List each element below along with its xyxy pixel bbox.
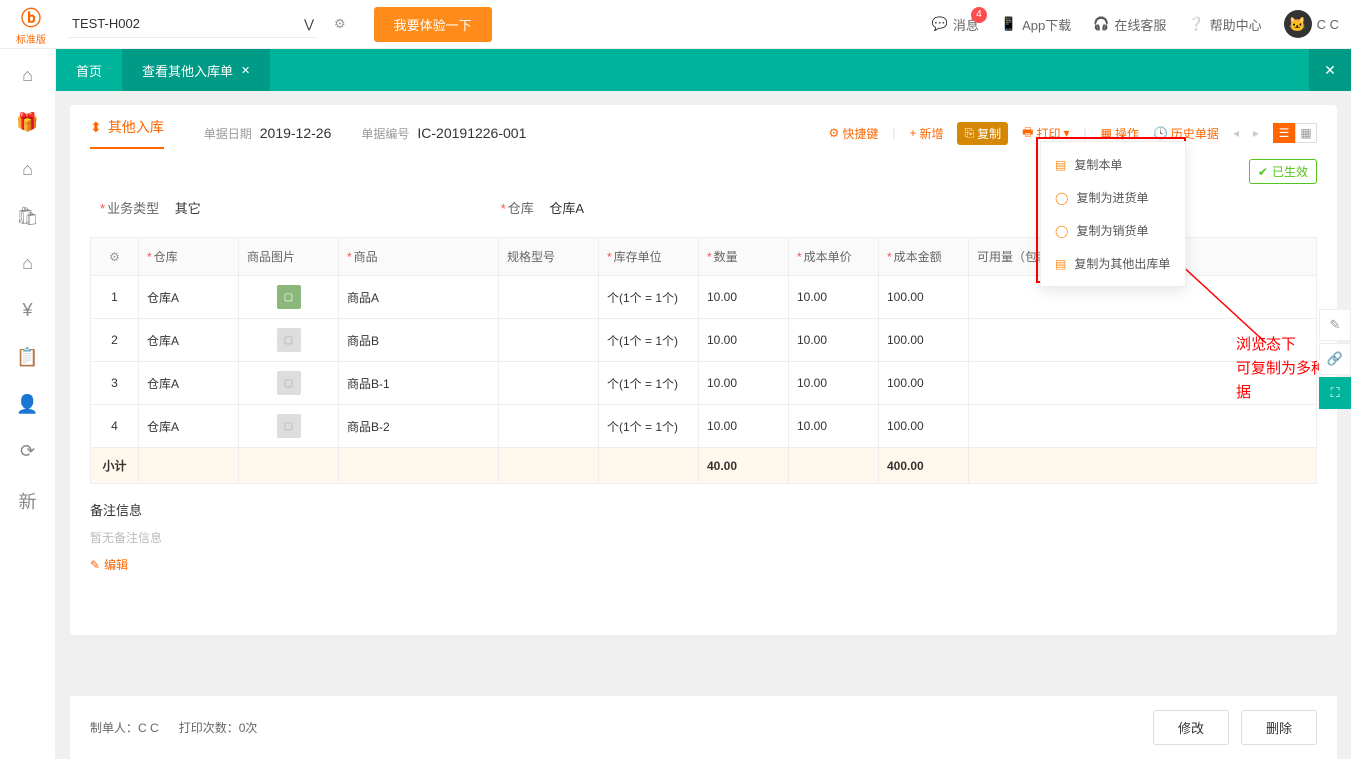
page-title-tab: ⬍ 其他入库	[90, 117, 164, 149]
tabs-bar: 首页 查看其他入库单 ✕ ✕	[56, 49, 1351, 91]
message-icon: 💬	[932, 16, 948, 32]
edit-icon: ✎	[90, 558, 100, 572]
warehouse-field: *仓库 仓库A	[501, 198, 584, 217]
product-image: ▢	[277, 328, 301, 352]
view-toggle: ☰ ▦	[1273, 123, 1317, 143]
headset-icon: 🎧	[1093, 16, 1109, 32]
online-service-button[interactable]: 🎧 在线客服	[1093, 15, 1166, 34]
top-header: ⓑ 标准版 TEST-H002 ⋁ ⚙ 我要体验一下 💬 消息 4 📱 App下…	[0, 0, 1351, 49]
logo-label: 标准版	[16, 31, 46, 46]
chevron-down-icon: ▾	[1063, 126, 1069, 140]
store-name: TEST-H002	[72, 16, 140, 31]
profile-icon[interactable]: 👤	[16, 394, 38, 415]
gear-icon: ⚙	[829, 126, 840, 140]
new-button[interactable]: +新增	[909, 125, 943, 142]
store-selector[interactable]: TEST-H002 ⋁	[68, 10, 318, 38]
shortcut-button[interactable]: ⚙快捷键	[829, 125, 879, 142]
table-row[interactable]: 2 仓库A ▢ 商品B 个(1个 = 1个) 10.00 10.00 100.0…	[91, 319, 1317, 362]
footer-info: 制单人：C C 打印次数：0次	[90, 719, 257, 736]
header-right: 💬 消息 4 📱 App下载 🎧 在线客服 ❔ 帮助中心 🐱 C C	[932, 10, 1339, 38]
tab-home[interactable]: 首页	[56, 49, 122, 91]
trial-button[interactable]: 我要体验一下	[374, 7, 492, 42]
copy-dropdown: ▤复制本单 ◯复制为进货单 ◯复制为销货单 ▤复制为其他出库单	[1040, 141, 1186, 287]
gear-col[interactable]: ⚙	[91, 238, 139, 276]
chart-icon: ⬍	[90, 119, 102, 136]
subtotal-row: 小计 40.00 400.00	[91, 448, 1317, 484]
refresh-icon[interactable]: ⟳	[20, 441, 35, 462]
user-menu[interactable]: 🐱 C C	[1284, 10, 1339, 38]
card-view-button[interactable]: ▦	[1295, 123, 1317, 143]
avatar: 🐱	[1284, 10, 1312, 38]
home-icon[interactable]: ⌂	[22, 65, 33, 86]
history-icon: 🕓	[1153, 126, 1168, 140]
in-icon: ◯	[1055, 191, 1068, 205]
copy-this-item[interactable]: ▤复制本单	[1041, 148, 1185, 181]
table-row[interactable]: 3 仓库A ▢ 商品B-1 个(1个 = 1个) 10.00 10.00 100…	[91, 362, 1317, 405]
money-icon[interactable]: ¥	[22, 300, 32, 321]
other-icon: ▤	[1055, 257, 1066, 271]
doc-info: 单据日期2019-12-26 单据编号IC-20191226-001	[204, 125, 527, 142]
edit-remarks-button[interactable]: ✎编辑	[90, 556, 1317, 573]
table-row[interactable]: 4 仓库A ▢ 商品B-2 个(1个 = 1个) 10.00 10.00 100…	[91, 405, 1317, 448]
app-download-button[interactable]: 📱 App下载	[1001, 15, 1071, 34]
gift-icon[interactable]: 🎁	[16, 112, 38, 133]
doc-icon: ▤	[1055, 158, 1066, 172]
nav-next[interactable]: ▸	[1253, 126, 1259, 140]
nav-prev[interactable]: ◂	[1233, 126, 1239, 140]
footer: 制单人：C C 打印次数：0次 修改 删除	[70, 695, 1337, 759]
status-badge: ✔已生效	[1249, 159, 1317, 184]
copy-other-out-item[interactable]: ▤复制为其他出库单	[1041, 247, 1185, 280]
message-button[interactable]: 💬 消息 4	[932, 15, 979, 34]
float-toolbar: ✎ 🔗 ⛶	[1319, 309, 1351, 409]
logo: ⓑ 标准版	[12, 2, 50, 46]
delete-button[interactable]: 删除	[1241, 710, 1317, 745]
house-icon[interactable]: ⌂	[22, 159, 33, 180]
float-link-icon[interactable]: 🔗	[1319, 343, 1351, 375]
building-icon[interactable]: ⌂	[22, 253, 33, 274]
new-icon[interactable]: 新	[19, 488, 37, 514]
mobile-icon: 📱	[1001, 16, 1017, 32]
chevron-down-icon: ⋁	[304, 17, 314, 31]
sidebar: ⌂ 🎁 ⌂ 🛍 ⌂ ¥ 📋 👤 ⟳ 新	[0, 49, 56, 759]
biz-type-field: *业务类型 其它	[100, 198, 201, 217]
logo-icon: ⓑ	[21, 2, 41, 31]
message-badge: 4	[971, 7, 987, 23]
out-icon: ◯	[1055, 224, 1068, 238]
float-note-icon[interactable]: ✎	[1319, 309, 1351, 341]
panel: ⬍ 其他入库 单据日期2019-12-26 单据编号IC-20191226-00…	[70, 105, 1337, 635]
print-icon: 🖶	[1022, 123, 1033, 144]
remarks-section: 备注信息 暂无备注信息 ✎编辑	[70, 484, 1337, 597]
doc-toolbar: ⬍ 其他入库 单据日期2019-12-26 单据编号IC-20191226-00…	[70, 105, 1337, 149]
list-view-button[interactable]: ☰	[1273, 123, 1295, 143]
close-icon[interactable]: ✕	[241, 64, 250, 77]
main: 首页 查看其他入库单 ✕ ✕ ⬍ 其他入库 单据日期2019-12-26 单据编…	[56, 49, 1351, 759]
copy-sales-item[interactable]: ◯复制为销货单	[1041, 214, 1185, 247]
modify-button[interactable]: 修改	[1153, 710, 1229, 745]
footer-buttons: 修改 删除	[1153, 710, 1317, 745]
help-center-button[interactable]: ❔ 帮助中心	[1188, 15, 1261, 34]
close-all-tabs[interactable]: ✕	[1309, 49, 1351, 91]
product-image: ▢	[277, 285, 301, 309]
operate-button[interactable]: ▦操作	[1101, 125, 1139, 142]
history-button[interactable]: 🕓历史单据	[1153, 125, 1219, 142]
copy-button[interactable]: ⎘复制	[957, 122, 1008, 145]
check-icon: ✔	[1258, 165, 1268, 179]
plus-icon: +	[909, 126, 916, 140]
bag-icon[interactable]: 🛍	[16, 206, 39, 227]
remarks-empty: 暂无备注信息	[90, 529, 1317, 546]
product-image: ▢	[277, 414, 301, 438]
copy-icon: ⎘	[964, 126, 974, 141]
remarks-title: 备注信息	[90, 500, 1317, 519]
grid-icon: ▦	[1101, 126, 1112, 140]
clipboard-icon[interactable]: 📋	[16, 347, 38, 368]
copy-purchase-item[interactable]: ◯复制为进货单	[1041, 181, 1185, 214]
gear-icon[interactable]: ⚙	[334, 16, 346, 32]
product-image: ▢	[277, 371, 301, 395]
content: ⬍ 其他入库 单据日期2019-12-26 单据编号IC-20191226-00…	[56, 91, 1351, 759]
float-expand-icon[interactable]: ⛶	[1319, 377, 1351, 409]
help-icon: ❔	[1188, 16, 1204, 32]
tab-current[interactable]: 查看其他入库单 ✕	[122, 49, 270, 91]
